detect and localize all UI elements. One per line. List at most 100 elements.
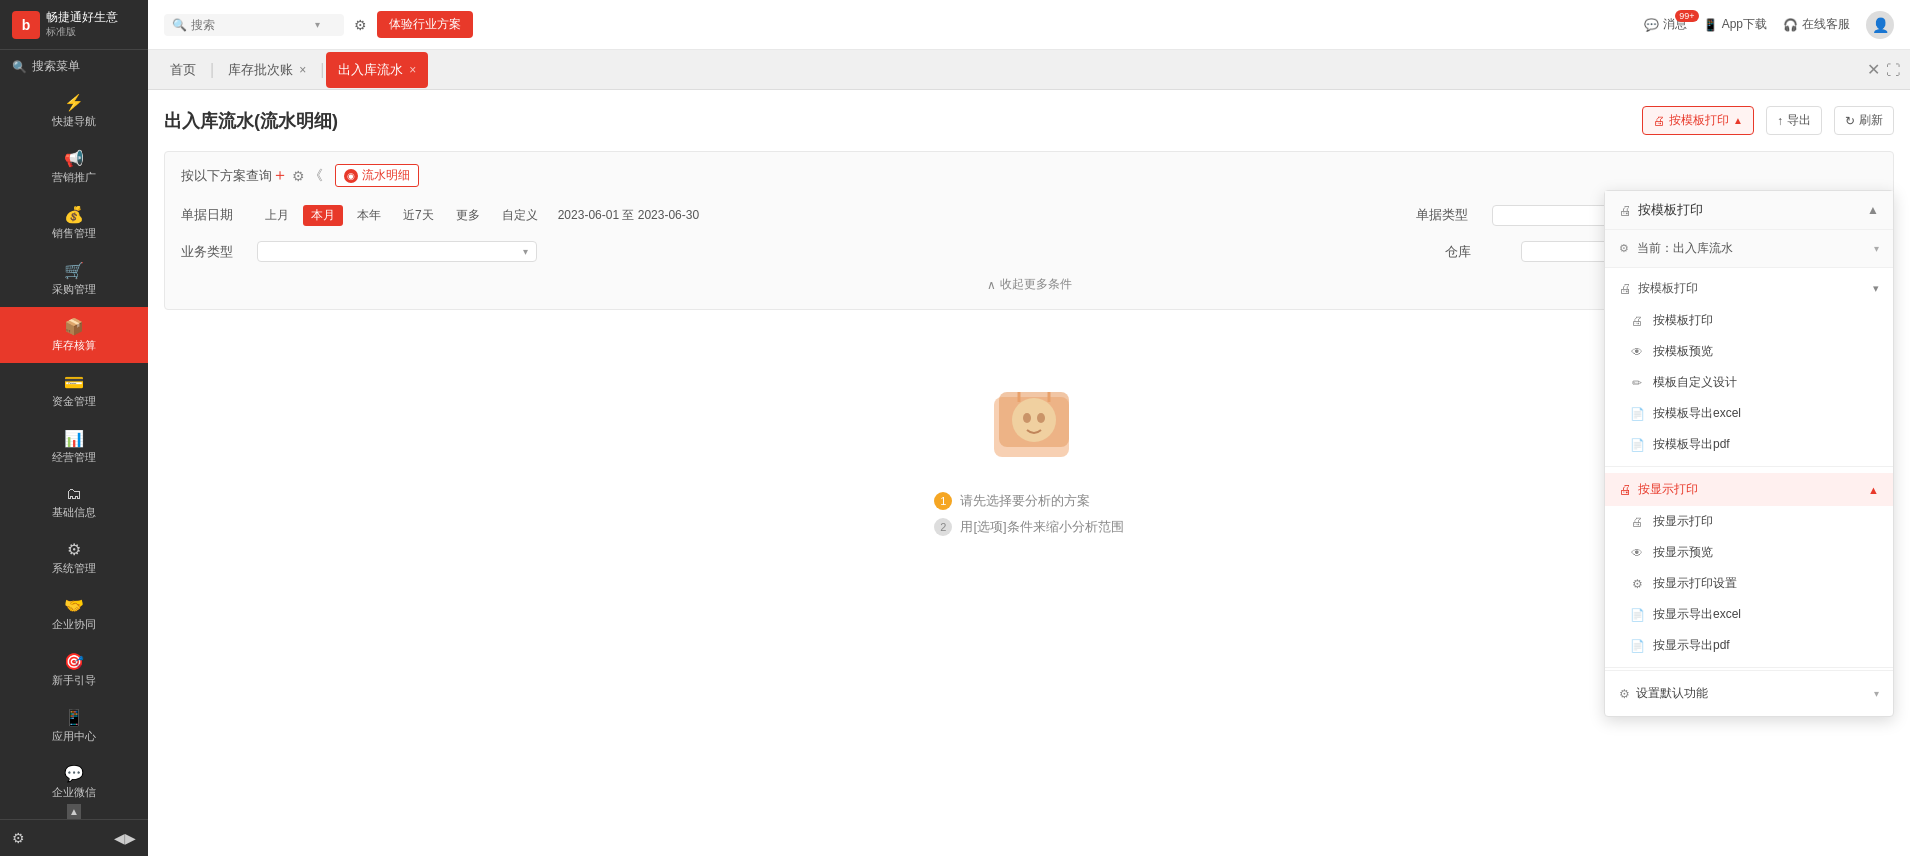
filter-add-btn[interactable]: ＋ xyxy=(272,165,288,186)
sidebar-item-enterprise[interactable]: 🤝 企业协同 xyxy=(0,586,148,642)
sidebar-item-label: 资金管理 xyxy=(52,394,96,409)
dp-display-excel-item[interactable]: 📄 按显示导出excel xyxy=(1605,599,1893,630)
display-print-label: 按显示打印 xyxy=(1653,513,1713,530)
user-avatar[interactable]: 👤 xyxy=(1866,11,1894,39)
sidebar-item-quick-nav[interactable]: ⚡ 快捷导航 xyxy=(0,83,148,139)
sidebar-item-basic[interactable]: 🗂 基础信息 xyxy=(0,475,148,530)
avatar-icon: 👤 xyxy=(1872,17,1889,33)
dp-header: 🖨 按模板打印 ▲ xyxy=(1605,191,1893,230)
tab-batch-close[interactable]: × xyxy=(299,63,306,77)
sidebar-item-sales[interactable]: 💰 销售管理 xyxy=(0,195,148,251)
app-download-link[interactable]: 📱 App下载 xyxy=(1703,16,1767,33)
dp-default-function-item[interactable]: ⚙ 设置默认功能 ▾ xyxy=(1619,679,1879,708)
tab-home-label: 首页 xyxy=(170,61,196,79)
filter-tag[interactable]: ◉ 流水明细 xyxy=(335,164,419,187)
print-header-icon: 🖨 xyxy=(1619,203,1632,218)
topbar-search-box[interactable]: 🔍 ▾ xyxy=(164,14,344,36)
empty-illustration xyxy=(979,382,1079,472)
search-input[interactable] xyxy=(191,18,311,32)
dp-template-pdf-item[interactable]: 📄 按模板导出pdf xyxy=(1605,429,1893,460)
app-logo-icon: b xyxy=(12,11,40,39)
tab-batch-label: 库存批次账 xyxy=(228,61,293,79)
sidebar-item-label: 企业微信 xyxy=(52,785,96,800)
guide-icon: 🎯 xyxy=(64,652,84,671)
biz-type-chevron: ▾ xyxy=(523,246,528,257)
finance-icon: 💳 xyxy=(64,373,84,392)
dp-template-excel-item[interactable]: 📄 按模板导出excel xyxy=(1605,398,1893,429)
sidebar-item-label: 经营管理 xyxy=(52,450,96,465)
svg-point-4 xyxy=(1037,413,1045,423)
print-template-btn[interactable]: 🖨 按模板打印 ▲ xyxy=(1642,106,1754,135)
date-btn-this-month[interactable]: 本月 xyxy=(303,205,343,226)
online-service-link[interactable]: 🎧 在线客服 xyxy=(1783,16,1850,33)
tab-flow[interactable]: 出入库流水 × xyxy=(326,52,428,88)
template-preview-icon: 👁 xyxy=(1629,345,1645,359)
date-btn-7days[interactable]: 近7天 xyxy=(395,205,442,226)
dp-template-preview-item[interactable]: 👁 按模板预览 xyxy=(1605,336,1893,367)
sidebar-item-purchase[interactable]: 🛒 采购管理 xyxy=(0,251,148,307)
sidebar-bottom: ⚙ ◀▶ xyxy=(0,819,148,856)
date-range: 2023-06-01 至 2023-06-30 xyxy=(558,207,699,224)
template-preview-label: 按模板预览 xyxy=(1653,343,1713,360)
display-pdf-icon: 📄 xyxy=(1629,639,1645,653)
page-content: 出入库流水(流水明细) 🖨 按模板打印 ▲ ↑ 导出 ↻ 刷新 xyxy=(148,90,1910,856)
template-print-section-icon: 🖨 xyxy=(1619,281,1632,296)
display-preview-label: 按显示预览 xyxy=(1653,544,1713,561)
sidebar-item-appcenter[interactable]: 📱 应用中心 xyxy=(0,698,148,754)
sidebar-search[interactable]: 🔍 搜索菜单 xyxy=(0,50,148,83)
export-btn[interactable]: ↑ 导出 xyxy=(1766,106,1822,135)
search-icon: 🔍 xyxy=(12,60,27,74)
step-1-num: 1 xyxy=(934,492,952,510)
menu-toggle-icon[interactable]: ◀▶ xyxy=(114,830,136,846)
sidebar-item-operation[interactable]: 📊 经营管理 xyxy=(0,419,148,475)
print-template-label: 按模板打印 xyxy=(1669,112,1729,129)
settings-icon[interactable]: ⚙ xyxy=(12,830,25,846)
collapse-icon: ∧ xyxy=(987,278,996,292)
sidebar-item-finance[interactable]: 💳 资金管理 xyxy=(0,363,148,419)
sidebar-item-system[interactable]: ⚙ 系统管理 xyxy=(0,530,148,586)
dp-header-chevron-icon[interactable]: ▲ xyxy=(1867,203,1879,217)
search-dropdown-icon[interactable]: ▾ xyxy=(315,19,320,30)
default-func-chevron-icon: ▾ xyxy=(1874,688,1879,699)
date-btn-this-year[interactable]: 本年 xyxy=(349,205,389,226)
tab-batch[interactable]: 库存批次账 × xyxy=(216,52,318,88)
display-print-section-icon: 🖨 xyxy=(1619,482,1632,497)
page-title: 出入库流水(流水明细) xyxy=(164,109,338,133)
dp-template-section-header[interactable]: 🖨 按模板打印 ▾ xyxy=(1605,272,1893,305)
sidebar-item-label: 新手引导 xyxy=(52,673,96,688)
tab-home[interactable]: 首页 xyxy=(158,52,208,88)
close-all-tabs-icon[interactable]: ✕ xyxy=(1867,60,1880,79)
filter-settings-btn[interactable]: ⚙ xyxy=(292,168,305,184)
sidebar-item-guide[interactable]: 🎯 新手引导 xyxy=(0,642,148,698)
filter-section-label: 按以下方案查询 xyxy=(181,167,272,185)
expand-tab-icon[interactable]: ⛶ xyxy=(1886,62,1900,78)
current-label: 当前：出入库流水 xyxy=(1637,240,1733,257)
sales-icon: 💰 xyxy=(64,205,84,224)
tabs-bar: 首页 | 库存批次账 × | 出入库流水 × ✕ ⛶ xyxy=(148,50,1910,90)
topbar-gear-icon[interactable]: ⚙ xyxy=(354,17,367,33)
display-excel-label: 按显示导出excel xyxy=(1653,606,1741,623)
dp-display-pdf-item[interactable]: 📄 按显示导出pdf xyxy=(1605,630,1893,661)
biz-type-select[interactable]: ▾ xyxy=(257,241,537,262)
dp-display-settings-item[interactable]: ⚙ 按显示打印设置 xyxy=(1605,568,1893,599)
wechat-icon: 💬 xyxy=(64,764,84,783)
dp-current-item[interactable]: ⚙ 当前：出入库流水 ▾ xyxy=(1605,230,1893,268)
date-btn-custom[interactable]: 自定义 xyxy=(494,205,546,226)
dp-display-section-header[interactable]: 🖨 按显示打印 ▲ xyxy=(1605,473,1893,506)
dp-template-print-item[interactable]: 🖨 按模板打印 xyxy=(1605,305,1893,336)
refresh-btn[interactable]: ↻ 刷新 xyxy=(1834,106,1894,135)
dp-display-preview-item[interactable]: 👁 按显示预览 xyxy=(1605,537,1893,568)
sidebar-item-marketing[interactable]: 📢 营销推广 xyxy=(0,139,148,195)
tab-flow-close[interactable]: × xyxy=(409,63,416,77)
sidebar-item-wechat[interactable]: 💬 企业微信 xyxy=(0,754,148,804)
sidebar-scroll-up[interactable]: ▲ xyxy=(67,804,81,819)
message-badge[interactable]: 💬 消息 99+ xyxy=(1644,16,1687,33)
filter-collapse-btn[interactable]: 《 xyxy=(309,167,323,185)
date-btn-more[interactable]: 更多 xyxy=(448,205,488,226)
industry-btn[interactable]: 体验行业方案 xyxy=(377,11,473,38)
sidebar-item-inventory[interactable]: 📦 库存核算 xyxy=(0,307,148,363)
date-btn-last-month[interactable]: 上月 xyxy=(257,205,297,226)
dp-display-print-item[interactable]: 🖨 按显示打印 xyxy=(1605,506,1893,537)
biz-type-label: 业务类型 xyxy=(181,243,241,261)
dp-template-custom-item[interactable]: ✏ 模板自定义设计 xyxy=(1605,367,1893,398)
